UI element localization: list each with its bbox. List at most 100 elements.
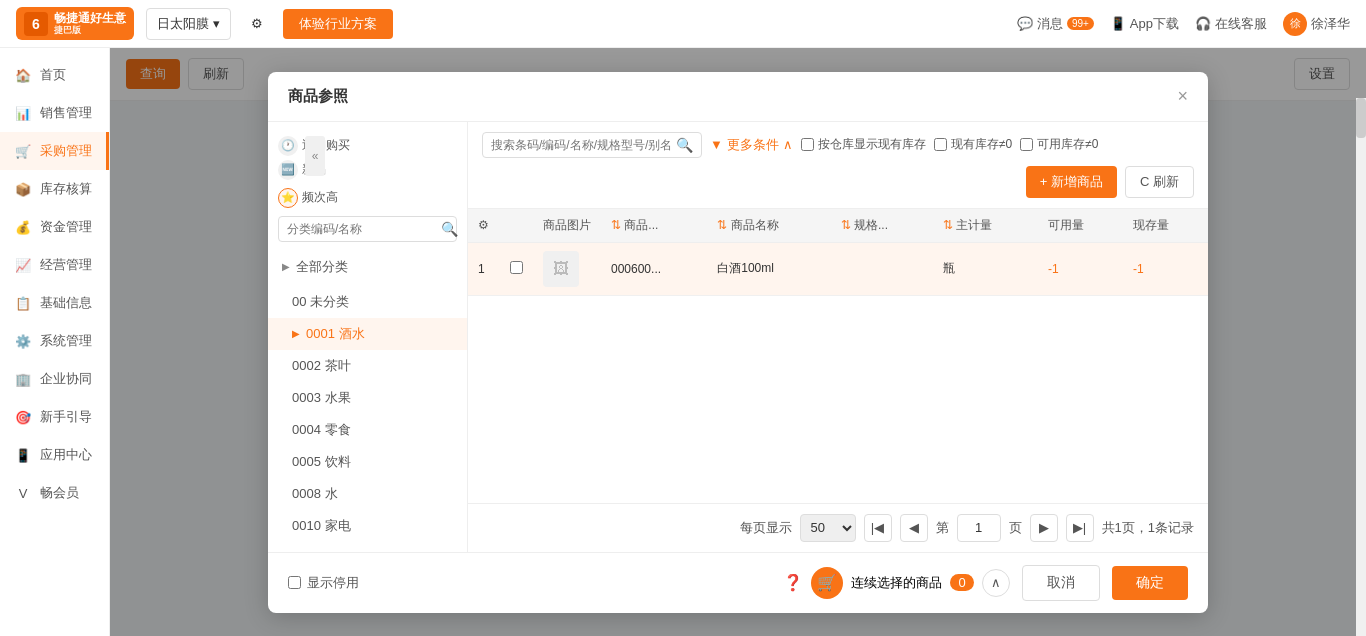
cat-item-0001[interactable]: ▶ 0001 酒水 bbox=[268, 318, 467, 350]
sort-name-icon: ⇅ bbox=[717, 218, 727, 232]
new-btn[interactable]: 🆕 bbox=[278, 160, 298, 180]
frequent-label[interactable]: 频次高 bbox=[302, 189, 338, 206]
cat-item-0002[interactable]: 0002 茶叶 bbox=[268, 350, 467, 382]
modal-overlay: 商品参照 × 🕐 近期购买 🆕 新品 bbox=[110, 48, 1366, 636]
add-product-btn[interactable]: + 新增商品 bbox=[1026, 166, 1117, 198]
td-unit: 瓶 bbox=[933, 242, 1038, 295]
available-nonzero-checkbox[interactable]: 现有库存≠0 bbox=[934, 136, 1012, 153]
mobile-icon: 📱 bbox=[1110, 16, 1126, 31]
frequent-btn[interactable]: ⭐ bbox=[278, 188, 298, 208]
inventory-icon: 📦 bbox=[14, 180, 32, 198]
finance-icon: 💰 bbox=[14, 218, 32, 236]
th-unit[interactable]: ⇅ 主计量 bbox=[933, 209, 1038, 243]
per-page-select[interactable]: 10 20 50 100 bbox=[800, 514, 856, 542]
logo-area[interactable]: 6 畅捷通好生意 捷巴版 bbox=[16, 7, 134, 40]
sidebar-item-purchase[interactable]: 🛒 采购管理 bbox=[0, 132, 109, 170]
confirm-btn[interactable]: 确定 bbox=[1112, 566, 1188, 600]
sidebar-item-operation[interactable]: 📈 经营管理 bbox=[0, 246, 109, 284]
collapse-cart-btn[interactable]: ∧ bbox=[982, 569, 1010, 597]
th-spec[interactable]: ⇅ 规格... bbox=[831, 209, 933, 243]
warehouse-display-checkbox[interactable]: 按仓库显示现有库存 bbox=[801, 136, 926, 153]
td-name: 白酒100ml bbox=[707, 242, 830, 295]
sidebar-item-inventory[interactable]: 📦 库存核算 bbox=[0, 170, 109, 208]
td-check[interactable] bbox=[500, 242, 533, 295]
experience-btn[interactable]: 体验行业方案 bbox=[283, 9, 393, 39]
sidebar-item-sales[interactable]: 📊 销售管理 bbox=[0, 94, 109, 132]
cat-search-input[interactable] bbox=[287, 222, 437, 236]
cat-item-all[interactable]: ▶ 全部分类 bbox=[268, 252, 467, 282]
home-icon: 🏠 bbox=[14, 66, 32, 84]
basic-icon: 📋 bbox=[14, 294, 32, 312]
sidebar-item-enterprise[interactable]: 🏢 企业协同 bbox=[0, 360, 109, 398]
th-settings[interactable]: ⚙ bbox=[468, 209, 500, 243]
td-code: 000600... bbox=[601, 242, 707, 295]
user-menu[interactable]: 徐 徐泽华 bbox=[1283, 12, 1350, 36]
help-icon[interactable]: ❓ bbox=[783, 573, 803, 592]
page-prev-btn[interactable]: ◀ bbox=[900, 514, 928, 542]
sidebar-item-guide[interactable]: 🎯 新手引导 bbox=[0, 398, 109, 436]
message-icon: 💬 bbox=[1017, 16, 1033, 31]
page-next-btn[interactable]: ▶ bbox=[1030, 514, 1058, 542]
display-disabled-checkbox[interactable]: 显示停用 bbox=[288, 574, 359, 592]
td-available: -1 bbox=[1038, 242, 1123, 295]
th-code[interactable]: ⇅ 商品... bbox=[601, 209, 707, 243]
sort-spec-icon: ⇅ bbox=[841, 218, 851, 232]
nav-dropdown[interactable]: 日太阳膜 ▾ bbox=[146, 8, 231, 40]
toolbar-right: + 新增商品 C 刷新 bbox=[1026, 166, 1194, 198]
cat-item-0003[interactable]: 0003 水果 bbox=[268, 382, 467, 414]
cat-item-0010[interactable]: 0010 家电 bbox=[268, 510, 467, 542]
cat-item-0005[interactable]: 0005 饮料 bbox=[268, 446, 467, 478]
triangle-open-icon: ▶ bbox=[292, 328, 300, 339]
settings-icon-btn[interactable]: ⚙ bbox=[243, 8, 271, 40]
sort-code-icon: ⇅ bbox=[611, 218, 621, 232]
cart-icon[interactable]: 🛒 bbox=[811, 567, 843, 599]
modal-close-btn[interactable]: × bbox=[1177, 86, 1188, 107]
page-last-btn[interactable]: ▶| bbox=[1066, 514, 1094, 542]
purchase-icon: 🛒 bbox=[14, 142, 32, 160]
th-img: 商品图片 bbox=[533, 209, 601, 243]
th-name[interactable]: ⇅ 商品名称 bbox=[707, 209, 830, 243]
apps-icon: 📱 bbox=[14, 446, 32, 464]
cat-item-00[interactable]: 00 未分类 bbox=[268, 286, 467, 318]
online-service-btn[interactable]: 🎧 在线客服 bbox=[1195, 15, 1267, 33]
page-input[interactable] bbox=[957, 514, 1001, 542]
chevron-down-icon: ▾ bbox=[213, 16, 220, 31]
pagination: 每页显示 10 20 50 100 |◀ ◀ 第 页 bbox=[468, 503, 1208, 552]
th-current: 现存量 bbox=[1123, 209, 1208, 243]
td-no: 1 bbox=[468, 242, 500, 295]
page-first-btn[interactable]: |◀ bbox=[864, 514, 892, 542]
sidebar-item-finance[interactable]: 💰 资金管理 bbox=[0, 208, 109, 246]
sidebar-item-system[interactable]: ⚙️ 系统管理 bbox=[0, 322, 109, 360]
cancel-btn[interactable]: 取消 bbox=[1022, 565, 1100, 601]
cart-text: 连续选择的商品 bbox=[851, 574, 942, 592]
nav-right: 💬 消息 99+ 📱 App下载 🎧 在线客服 徐 徐泽华 bbox=[1017, 12, 1350, 36]
td-spec bbox=[831, 242, 933, 295]
search-icon[interactable]: 🔍 bbox=[676, 137, 693, 153]
triangle-icon: ▶ bbox=[282, 261, 290, 272]
collapse-cat-btn[interactable]: « bbox=[305, 136, 325, 176]
table-row[interactable]: 1 🖼 000600... 白酒100ml bbox=[468, 242, 1208, 295]
product-toolbar: 🔍 ▼ 更多条件 ∧ 按仓库显示现有库存 bbox=[468, 122, 1208, 209]
sidebar-item-basic[interactable]: 📋 基础信息 bbox=[0, 284, 109, 322]
sidebar-item-apps[interactable]: 📱 应用中心 bbox=[0, 436, 109, 474]
th-check bbox=[500, 209, 533, 243]
filter-icon: ▼ bbox=[710, 137, 723, 152]
refresh-product-btn[interactable]: C 刷新 bbox=[1125, 166, 1194, 198]
product-search-input[interactable] bbox=[491, 138, 672, 152]
app-download-btn[interactable]: 📱 App下载 bbox=[1110, 15, 1179, 33]
message-btn[interactable]: 💬 消息 99+ bbox=[1017, 15, 1094, 33]
cat-search-icon[interactable]: 🔍 bbox=[441, 221, 458, 237]
recent-btn[interactable]: 🕐 bbox=[278, 136, 298, 156]
logo-text: 畅捷通好生意 捷巴版 bbox=[54, 11, 126, 36]
more-filter-btn[interactable]: ▼ 更多条件 ∧ bbox=[710, 136, 793, 154]
usable-nonzero-checkbox[interactable]: 可用库存≠0 bbox=[1020, 136, 1098, 153]
cat-item-0008[interactable]: 0008 水 bbox=[268, 478, 467, 510]
product-search-box: 🔍 bbox=[482, 132, 702, 158]
cat-item-0004[interactable]: 0004 零食 bbox=[268, 414, 467, 446]
main-area: 查询 刷新 设置 商品参照 × 🕐 bbox=[110, 48, 1366, 636]
sidebar-item-vip[interactable]: V 畅会员 bbox=[0, 474, 109, 512]
sidebar-item-home[interactable]: 🏠 首页 bbox=[0, 56, 109, 94]
product-table: ⚙ 商品图片 ⇅ 商品... ⇅ bbox=[468, 209, 1208, 503]
avatar: 徐 bbox=[1283, 12, 1307, 36]
headset-icon: 🎧 bbox=[1195, 16, 1211, 31]
